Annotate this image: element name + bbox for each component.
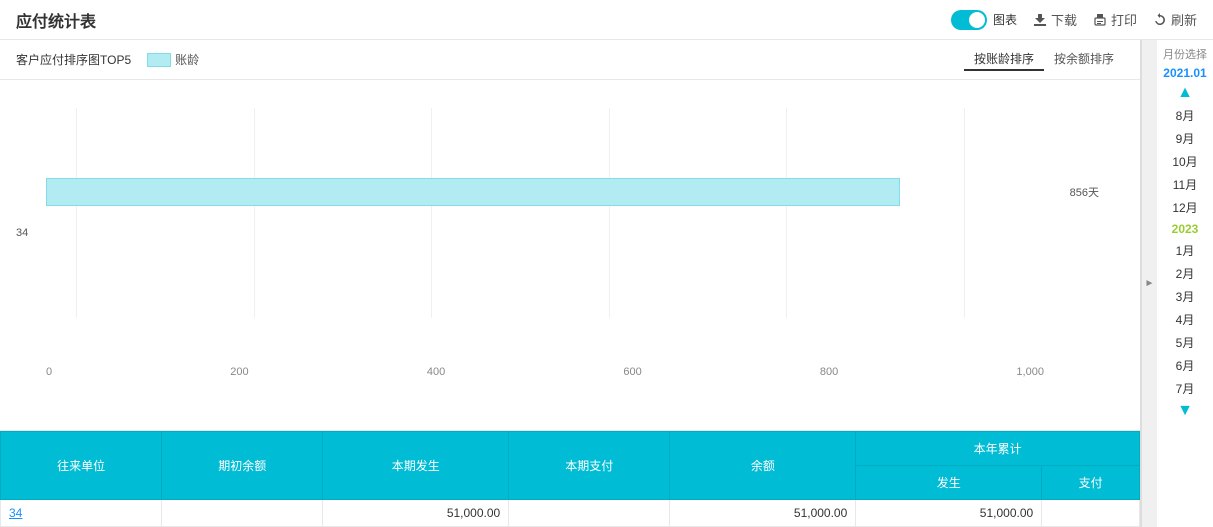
cell-ytd-pay (1042, 500, 1140, 527)
month-item-4[interactable]: 4月 (1157, 308, 1213, 331)
download-icon (1033, 13, 1047, 27)
legend-label: 账龄 (175, 51, 199, 68)
month-item-2[interactable]: 2月 (1157, 262, 1213, 285)
cell-balance: 51,000.00 (670, 500, 856, 527)
cell-pay (509, 500, 670, 527)
x-tick-0: 0 (46, 366, 52, 378)
page-title: 应付统计表 (16, 8, 96, 32)
table-row: 34 51,000.00 51,000.00 51,000.00 (1, 500, 1140, 527)
month-item-9[interactable]: 9月 (1157, 127, 1213, 150)
col-opening-header: 期初余额 (162, 432, 323, 500)
cell-occur: 51,000.00 (323, 500, 509, 527)
bar-value: 856天 (1070, 184, 1099, 200)
grid-line-1 (254, 108, 255, 318)
refresh-button[interactable]: 刷新 (1153, 10, 1197, 29)
month-item-5[interactable]: 5月 (1157, 331, 1213, 354)
download-button[interactable]: 下载 (1033, 10, 1077, 29)
grid-line-2 (431, 108, 432, 318)
bar-track: 856天 (46, 178, 1044, 206)
chart-toggle[interactable] (951, 10, 987, 30)
bar-fill (46, 178, 900, 206)
grid-line-5 (964, 108, 965, 318)
print-button[interactable]: 打印 (1093, 10, 1137, 29)
chart-legend-title: 客户应付排序图TOP5 (16, 51, 131, 68)
chart-label: 图表 (993, 11, 1017, 28)
data-table-section: 往来单位 期初余额 本期发生 本期支付 余额 本年累计 发生 支付 (0, 430, 1140, 527)
x-tick-5: 1,000 (1016, 366, 1044, 378)
chart-toggle-group: 图表 (951, 10, 1017, 30)
sidebar-current: 2021.01 (1157, 64, 1213, 82)
sort-by-balance-button[interactable]: 按余额排序 (1044, 48, 1124, 71)
month-item-11[interactable]: 11月 (1157, 173, 1213, 196)
print-icon (1093, 13, 1107, 27)
x-tick-1: 200 (230, 366, 248, 378)
header-actions: 图表 下载 打印 刷新 (951, 10, 1197, 30)
x-axis: 0 200 400 600 800 1,000 (46, 366, 1044, 378)
unit-link[interactable]: 34 (9, 506, 22, 520)
legend-box (147, 53, 171, 67)
cell-opening (162, 500, 323, 527)
grid-line-3 (609, 108, 610, 318)
x-tick-2: 400 (427, 366, 445, 378)
col-balance-header: 余额 (670, 432, 856, 500)
col-ytd-pay-header: 支付 (1042, 466, 1140, 500)
legend-item-age: 账龄 (147, 51, 199, 68)
grid-line-0 (76, 108, 77, 318)
year-mark: 2023 (1157, 219, 1213, 239)
month-item-12[interactable]: 12月 (1157, 196, 1213, 219)
refresh-label: 刷新 (1171, 10, 1197, 29)
chart-sort: 按账龄排序 按余额排序 (964, 48, 1124, 71)
month-item-1[interactable]: 1月 (1157, 239, 1213, 262)
bar-area: 856天 (46, 98, 1044, 348)
refresh-icon (1153, 13, 1167, 27)
col-ytd-occur-header: 发生 (856, 466, 1042, 500)
month-list: 8月 9月 10月 11月 12月 2023 1月 2月 3月 4月 5月 6月… (1157, 104, 1213, 400)
sort-by-age-button[interactable]: 按账龄排序 (964, 48, 1044, 71)
month-nav-down-button[interactable]: ▼ (1157, 400, 1213, 422)
bar-row: 856天 (46, 178, 1044, 206)
month-item-3[interactable]: 3月 (1157, 285, 1213, 308)
chart-header: 客户应付排序图TOP5 账龄 按账龄排序 按余额排序 (0, 40, 1140, 80)
cell-unit: 34 (1, 500, 162, 527)
month-sidebar: 月份选择 2021.01 ▲ 8月 9月 10月 11月 12月 2023 1月… (1157, 40, 1213, 527)
month-item-7[interactable]: 7月 (1157, 377, 1213, 400)
download-label: 下载 (1051, 10, 1077, 29)
chart-legend: 客户应付排序图TOP5 账龄 (16, 51, 199, 68)
chart-body: 34 (0, 80, 1140, 430)
data-table: 往来单位 期初余额 本期发生 本期支付 余额 本年累计 发生 支付 (0, 431, 1140, 527)
grid-lines (76, 108, 964, 318)
month-item-8[interactable]: 8月 (1157, 104, 1213, 127)
collapse-bar[interactable]: ► (1141, 40, 1157, 527)
grid-line-4 (786, 108, 787, 318)
y-axis-label: 34 (16, 227, 28, 239)
chart-container: 34 (16, 88, 1124, 378)
table-header-row: 往来单位 期初余额 本期发生 本期支付 余额 本年累计 (1, 432, 1140, 466)
cell-ytd-occur: 51,000.00 (856, 500, 1042, 527)
sidebar-title: 月份选择 (1157, 40, 1213, 64)
month-item-6[interactable]: 6月 (1157, 354, 1213, 377)
print-label: 打印 (1111, 10, 1137, 29)
x-tick-3: 600 (623, 366, 641, 378)
month-nav-up-button[interactable]: ▲ (1157, 82, 1213, 104)
col-ytd-header: 本年累计 (856, 432, 1140, 466)
x-tick-4: 800 (820, 366, 838, 378)
month-item-10[interactable]: 10月 (1157, 150, 1213, 173)
col-unit-header: 往来单位 (1, 432, 162, 500)
col-pay-header: 本期支付 (509, 432, 670, 500)
right-panel: ► 月份选择 2021.01 ▲ 8月 9月 10月 11月 12月 2023 … (1140, 40, 1213, 527)
col-occur-header: 本期发生 (323, 432, 509, 500)
